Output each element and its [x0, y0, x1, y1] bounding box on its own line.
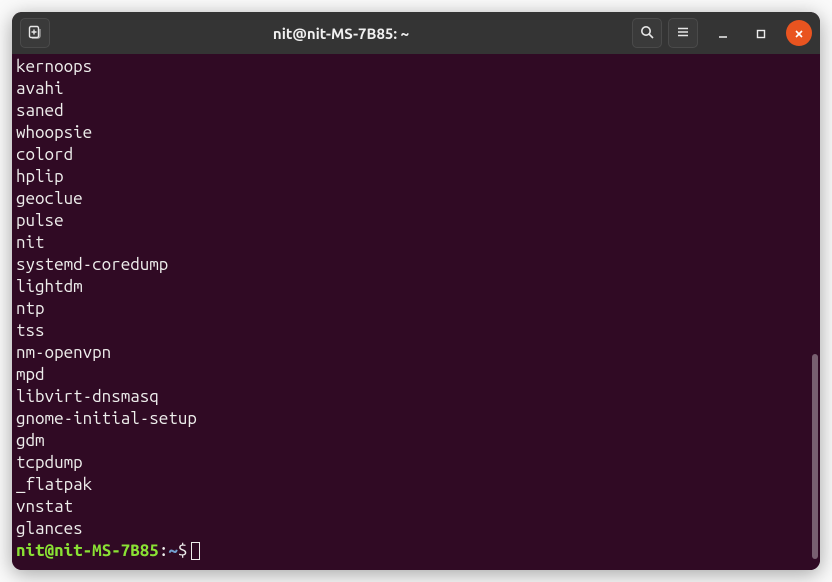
- output-line: mpd: [16, 364, 816, 386]
- output-line: hplip: [16, 166, 816, 188]
- terminal-window: nit@nit-MS-7B85: ~: [12, 12, 820, 570]
- output-line: pulse: [16, 210, 816, 232]
- prompt-at: @: [45, 540, 55, 562]
- output-line: whoopsie: [16, 122, 816, 144]
- output-line: systemd-coredump: [16, 254, 816, 276]
- prompt-user: nit: [16, 540, 45, 562]
- new-tab-icon: [27, 24, 43, 43]
- output-line: gnome-initial-setup: [16, 408, 816, 430]
- output-line: geoclue: [16, 188, 816, 210]
- prompt-path: ~: [168, 540, 178, 562]
- output-line: tss: [16, 320, 816, 342]
- scrollbar-thumb[interactable]: [812, 354, 818, 559]
- maximize-button[interactable]: [748, 20, 774, 46]
- output-line: avahi: [16, 78, 816, 100]
- close-icon: [794, 25, 804, 42]
- output-line: _flatpak: [16, 474, 816, 496]
- menu-button[interactable]: [668, 18, 698, 48]
- output-line: nm-openvpn: [16, 342, 816, 364]
- output-line: colord: [16, 144, 816, 166]
- output-line: saned: [16, 100, 816, 122]
- output-line: lightdm: [16, 276, 816, 298]
- prompt-colon: :: [159, 540, 169, 562]
- output-line: ntp: [16, 298, 816, 320]
- minimize-icon: [718, 25, 728, 42]
- titlebar: nit@nit-MS-7B85: ~: [12, 12, 820, 54]
- output-line: vnstat: [16, 496, 816, 518]
- prompt-symbol: $: [178, 540, 188, 562]
- search-button[interactable]: [632, 18, 662, 48]
- search-icon: [639, 24, 655, 43]
- terminal-viewport[interactable]: kernoopsavahisanedwhoopsiecolordhplipgeo…: [12, 54, 820, 570]
- new-tab-button[interactable]: [20, 18, 50, 48]
- text-cursor: [191, 542, 200, 560]
- output-line: glances: [16, 518, 816, 540]
- output-line: gdm: [16, 430, 816, 452]
- window-title: nit@nit-MS-7B85: ~: [56, 25, 626, 42]
- close-button[interactable]: [786, 20, 812, 46]
- minimize-button[interactable]: [710, 20, 736, 46]
- output-line: libvirt-dnsmasq: [16, 386, 816, 408]
- hamburger-menu-icon: [675, 24, 691, 43]
- maximize-icon: [756, 25, 766, 42]
- terminal-output: kernoopsavahisanedwhoopsiecolordhplipgeo…: [16, 56, 816, 540]
- prompt-line: nit@nit-MS-7B85:~$: [16, 540, 816, 562]
- prompt-host: nit-MS-7B85: [54, 540, 159, 562]
- output-line: kernoops: [16, 56, 816, 78]
- output-line: tcpdump: [16, 452, 816, 474]
- output-line: nit: [16, 232, 816, 254]
